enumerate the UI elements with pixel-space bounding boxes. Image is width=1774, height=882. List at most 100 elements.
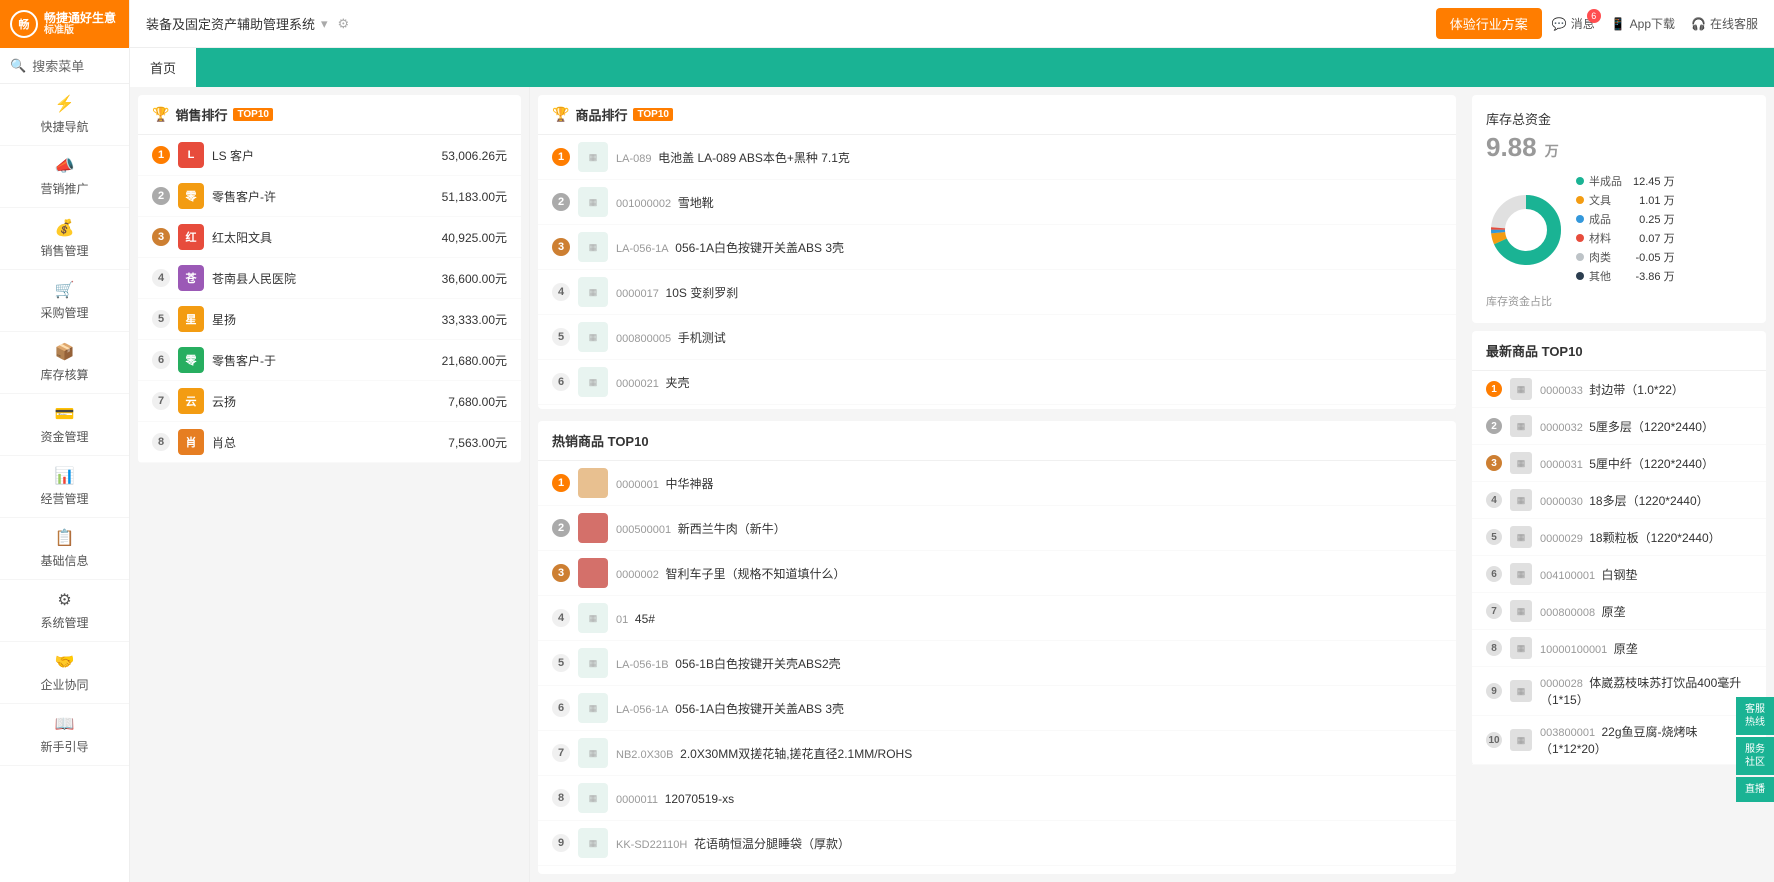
- finance-icon: 💳: [55, 404, 75, 424]
- legend-item: 材料 0.07 万: [1576, 230, 1675, 246]
- rank-amount: 36,600.00元: [442, 270, 507, 287]
- newest-name: 18多层（1220*2440）: [1589, 494, 1708, 508]
- sidebar-item-system[interactable]: ⚙ 系统管理: [0, 580, 129, 642]
- message-badge: 6: [1587, 9, 1601, 23]
- newest-name: 5厘中纤（1220*2440）: [1589, 457, 1714, 471]
- rank-avatar: 红: [178, 224, 204, 250]
- legend-value: 12.45 万: [1633, 173, 1675, 189]
- product-code: LA-056-1B: [616, 659, 672, 671]
- sidebar-item-quick-nav[interactable]: ⚡ 快捷导航: [0, 84, 129, 146]
- app-icon: 📱: [1611, 17, 1626, 31]
- product-name: 电池盖 LA-089 ABS本色+黑种 7.1克: [658, 151, 850, 165]
- sidebar-label: 资金管理: [40, 428, 88, 445]
- cs-hotline[interactable]: 客服热线: [1736, 697, 1774, 735]
- system-name: 装备及固定资产辅助管理系统 ▾ ⚙: [146, 14, 349, 33]
- newest-code: 000800008: [1540, 607, 1598, 619]
- sidebar-item-inventory[interactable]: 📦 库存核算: [0, 332, 129, 394]
- sidebar-item-sales[interactable]: 💰 销售管理: [0, 208, 129, 270]
- newest-title: 最新商品 TOP10: [1486, 341, 1583, 360]
- rank-amount: 7,680.00元: [448, 393, 507, 410]
- rank-item: 8 肖 肖总 7,563.00元: [138, 422, 521, 463]
- rank-item: 7 云 云扬 7,680.00元: [138, 381, 521, 422]
- product-code: LA-056-1A: [616, 704, 672, 716]
- newest-code: 0000032: [1540, 422, 1586, 434]
- sidebar-item-finance[interactable]: 💳 资金管理: [0, 394, 129, 456]
- newest-info: 004100001 白钢垫: [1540, 566, 1752, 583]
- legend-label: 半成品: [1589, 173, 1622, 189]
- cs-community[interactable]: 服务社区: [1736, 737, 1774, 775]
- sidebar-item-operation[interactable]: 📊 经营管理: [0, 456, 129, 518]
- sidebar-item-purchase[interactable]: 🛒 采购管理: [0, 270, 129, 332]
- product-code: 01: [616, 614, 631, 626]
- search-menu[interactable]: 🔍 搜索菜单: [0, 48, 129, 84]
- online-service-btn[interactable]: 🎧 在线客服: [1691, 15, 1758, 32]
- product-thumb: [578, 468, 608, 498]
- newest-code: 0000030: [1540, 496, 1586, 508]
- placeholder-icon: ▦: [589, 332, 598, 343]
- chevron-down-icon[interactable]: ▾: [321, 16, 328, 32]
- product-info: 000500001 新西兰牛肉（新牛）: [616, 520, 1442, 537]
- guide-icon: 📖: [55, 714, 75, 734]
- sidebar-label: 采购管理: [40, 304, 88, 321]
- rank-number: 2: [552, 519, 570, 537]
- newest-info: 0000028 体崴荔枝味苏打饮品400毫升（1*15）: [1540, 674, 1752, 708]
- product-thumb: ▦: [578, 738, 608, 768]
- rank-number: 6: [552, 373, 570, 391]
- newest-info: 0000031 5厘中纤（1220*2440）: [1540, 455, 1752, 472]
- hot-product-item: 9 ▦ KK-SD22110H 花语萌恒温分腿睡袋（厚款）: [538, 821, 1456, 866]
- product-name: 45#: [635, 612, 655, 626]
- sidebar-item-guide[interactable]: 📖 新手引导: [0, 704, 129, 766]
- newest-thumb: ▦: [1510, 680, 1532, 702]
- product-name: 中华神器: [666, 477, 714, 491]
- newest-code: 0000029: [1540, 533, 1586, 545]
- app-download-btn[interactable]: 📱 App下载: [1611, 15, 1675, 32]
- hot-product-item: 7 ▦ NB2.0X30B 2.0X30MM双搓花轴,搓花直径2.1MM/ROH…: [538, 731, 1456, 776]
- hot-product-item: 6 ▦ LA-056-1A 056-1A白色按键开关盖ABS 3壳: [538, 686, 1456, 731]
- product-name: 花语萌恒温分腿睡袋（厚款）: [694, 837, 850, 851]
- main-content: 装备及固定资产辅助管理系统 ▾ ⚙ 体验行业方案 💬 消息 6 📱 App下载 …: [130, 0, 1774, 882]
- rank-name: 肖总: [212, 434, 440, 451]
- legend-value: -0.05 万: [1635, 249, 1674, 265]
- product-code: 000800005: [616, 333, 674, 345]
- rank-number: 3: [552, 564, 570, 582]
- newest-name: 封边带（1.0*22）: [1589, 383, 1684, 397]
- newest-rank-number: 7: [1486, 603, 1502, 619]
- legend-item: 半成品 12.45 万: [1576, 173, 1675, 189]
- newest-rank-number: 5: [1486, 529, 1502, 545]
- sidebar-label: 快捷导航: [40, 118, 88, 135]
- left-panel: 🏆 销售排行 TOP10 1 L LS 客户 53,006.26元 2 零 零售…: [130, 87, 530, 882]
- sidebar-item-marketing[interactable]: 📣 营销推广: [0, 146, 129, 208]
- product-info: 01 45#: [616, 611, 1442, 626]
- page-body: 🏆 销售排行 TOP10 1 L LS 客户 53,006.26元 2 零 零售…: [130, 87, 1774, 882]
- product-info: LA-056-1B 056-1B白色按键开关壳ABS2壳: [616, 655, 1442, 672]
- newest-item: 1 ▦ 0000033 封边带（1.0*22）: [1472, 371, 1766, 408]
- hot-product-header: 热销商品 TOP10: [538, 421, 1456, 461]
- rank-avatar: 苍: [178, 265, 204, 291]
- legend-value: 0.25 万: [1639, 211, 1674, 227]
- newest-thumb: ▦: [1510, 378, 1532, 400]
- try-btn[interactable]: 体验行业方案: [1436, 8, 1542, 39]
- product-thumb: ▦: [578, 648, 608, 678]
- product-name: 056-1B白色按键开关壳ABS2壳: [675, 657, 840, 671]
- service-icon: 🎧: [1691, 17, 1706, 31]
- rank-amount: 7,563.00元: [448, 434, 507, 451]
- newest-info: 0000030 18多层（1220*2440）: [1540, 492, 1752, 509]
- newest-rank-number: 8: [1486, 640, 1502, 656]
- settings-icon[interactable]: ⚙: [338, 16, 350, 32]
- sidebar-label: 经营管理: [40, 490, 88, 507]
- sidebar-item-enterprise[interactable]: 🤝 企业协同: [0, 642, 129, 704]
- product-name: 智利车子里（规格不知道填什么）: [666, 567, 846, 581]
- rank-number: 4: [152, 269, 170, 287]
- hot-product-item: 5 ▦ LA-056-1B 056-1B白色按键开关壳ABS2壳: [538, 641, 1456, 686]
- sidebar-item-basic-info[interactable]: 📋 基础信息: [0, 518, 129, 580]
- message-btn[interactable]: 💬 消息 6: [1552, 15, 1595, 32]
- newest-item: 3 ▦ 0000031 5厘中纤（1220*2440）: [1472, 445, 1766, 482]
- cs-live[interactable]: 直播: [1736, 777, 1774, 802]
- legend-dot: [1576, 215, 1584, 223]
- newest-name: 18颗粒板（1220*2440）: [1589, 531, 1720, 545]
- product-rank2-item: 6 ▦ 0000021 夹壳: [538, 360, 1456, 405]
- tab-home[interactable]: 首页: [130, 48, 196, 87]
- rank-number: 5: [152, 310, 170, 328]
- rank-name: 云扬: [212, 393, 440, 410]
- rank-number: 8: [552, 789, 570, 807]
